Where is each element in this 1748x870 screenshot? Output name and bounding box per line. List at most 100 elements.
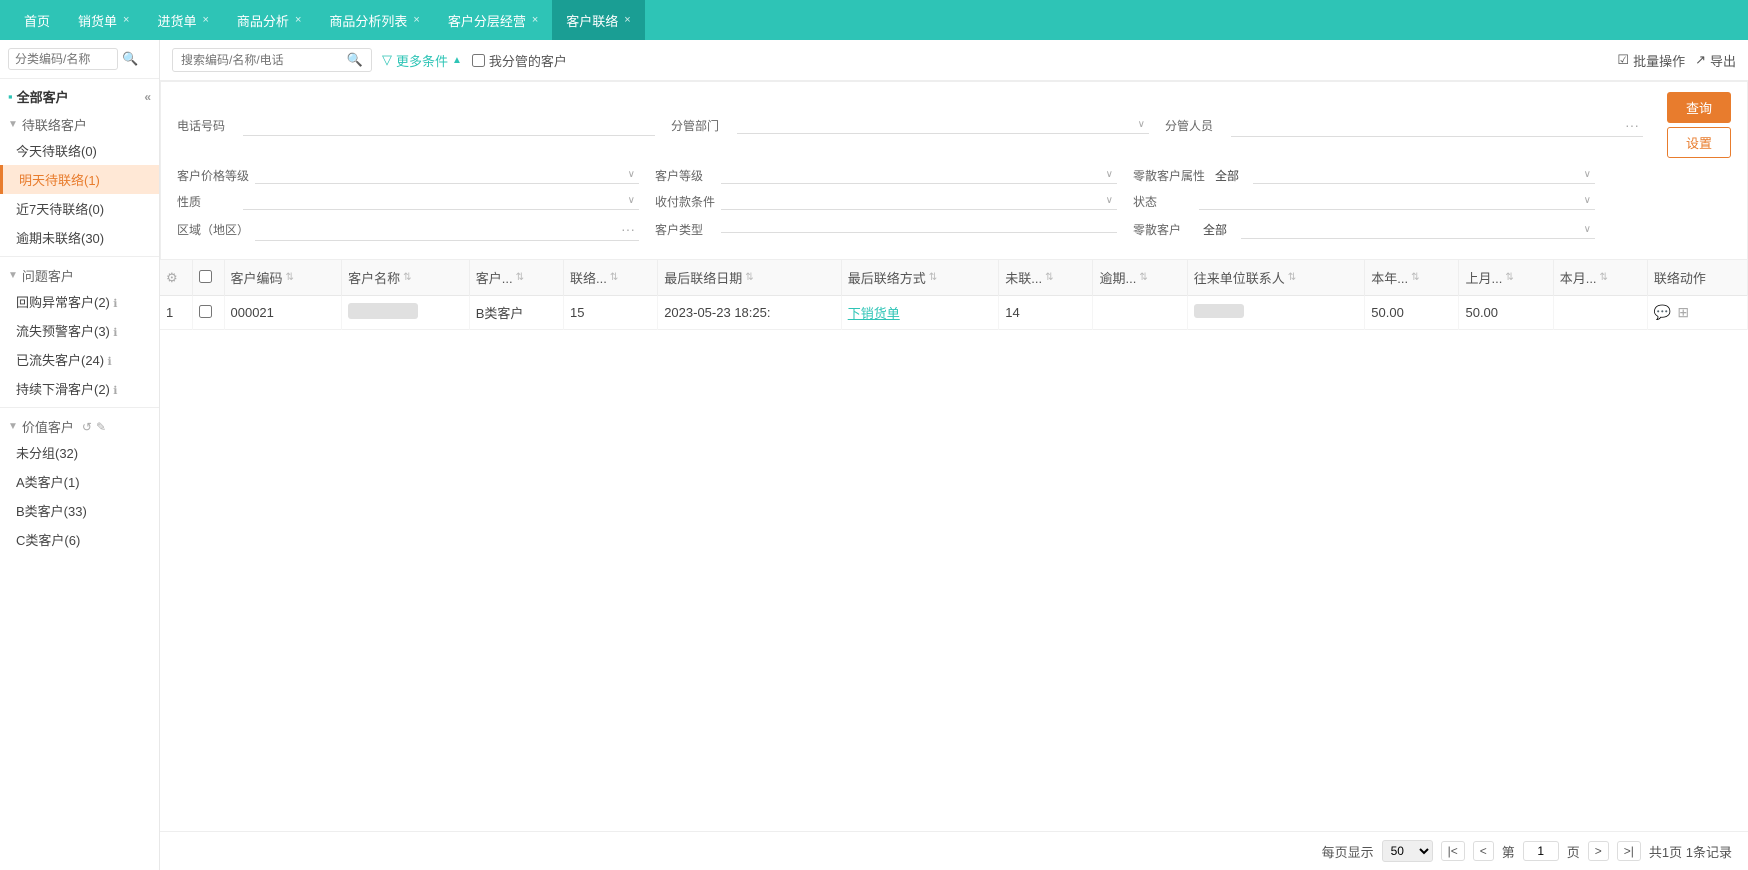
- ellipsis-icon[interactable]: ···: [1625, 117, 1639, 133]
- export-button[interactable]: ↗ 导出: [1695, 51, 1736, 70]
- retail-customer-select[interactable]: ∨: [1241, 221, 1595, 239]
- sidebar-group-pending[interactable]: ▼ 待联络客户: [0, 110, 159, 136]
- last-page-button[interactable]: >|: [1617, 841, 1641, 861]
- sidebar-item-tomorrow[interactable]: 明天待联络(1): [0, 165, 159, 194]
- sidebar-item-today[interactable]: 今天待联络(0): [0, 136, 159, 165]
- sort-icon: ⇅: [1505, 272, 1513, 283]
- close-icon[interactable]: ×: [532, 14, 538, 26]
- grid-action-icon[interactable]: ⊞: [1677, 304, 1689, 321]
- per-page-select[interactable]: 50 100 200: [1382, 840, 1433, 862]
- nav-sales-order[interactable]: 销货单 ×: [64, 0, 143, 40]
- cell-this-year: 50.00: [1365, 296, 1459, 330]
- col-not-contacted-label: 未联...: [1005, 268, 1042, 287]
- col-this-month-label: 本月...: [1560, 268, 1597, 287]
- status-select[interactable]: ∨: [1199, 192, 1595, 210]
- cell-this-month: [1553, 296, 1647, 330]
- nav-home[interactable]: 首页: [10, 0, 64, 40]
- search-input[interactable]: [181, 53, 341, 67]
- th-unit-contact: 往来单位联系人⇅: [1187, 260, 1365, 296]
- search-icon[interactable]: 🔍: [347, 52, 363, 68]
- more-conditions-button[interactable]: ▽ 更多条件 ▲: [382, 51, 462, 70]
- dept-select[interactable]: ∨: [737, 116, 1149, 134]
- batch-operate-button[interactable]: ☑ 批量操作: [1617, 51, 1685, 70]
- phone-input[interactable]: [243, 115, 655, 136]
- close-icon[interactable]: ×: [295, 14, 301, 26]
- filter-row-2: 客户价格等级 ∨ 客户等级 ∨ 零散客户属性 全部 ∨: [177, 166, 1731, 184]
- col-code-label: 客户编码: [231, 268, 283, 287]
- th-this-month: 本月...⇅: [1553, 260, 1647, 296]
- customer-level-select[interactable]: ∨: [721, 166, 1117, 184]
- nav-customer-tier[interactable]: 客户分层经营 ×: [434, 0, 552, 40]
- row-checkbox[interactable]: [199, 305, 212, 318]
- sidebar-item-declining[interactable]: 持续下滑客户(2) ℹ: [0, 374, 159, 403]
- price-level-select[interactable]: ∨: [255, 166, 639, 184]
- nature-select[interactable]: ∨: [243, 192, 639, 210]
- sidebar-item-overdue[interactable]: 逾期未联络(30): [0, 223, 159, 252]
- table-row: 1 000021 B类客户 15 2023-05-23 18:25: 下销货单: [160, 296, 1748, 330]
- nav-product-analysis-list[interactable]: 商品分析列表 ×: [315, 0, 433, 40]
- nav-customer-contact[interactable]: 客户联络 ×: [552, 0, 644, 40]
- cell-last-method: 下销货单: [841, 296, 999, 330]
- cell-last-month: 50.00: [1459, 296, 1553, 330]
- cell-idx: 1: [160, 296, 192, 330]
- sidebar-item-churn-warning[interactable]: 流失预警客户(3) ℹ: [0, 316, 159, 345]
- region-select[interactable]: ···: [255, 218, 639, 241]
- sidebar-item-repurchase-abnormal[interactable]: 回购异常客户(2) ℹ: [0, 287, 159, 316]
- retail-attr-select[interactable]: ∨: [1253, 166, 1595, 184]
- customer-type-select[interactable]: [721, 226, 1117, 233]
- advanced-filter-panel: 电话号码 分管部门 ∨ 分管人员 ··· 查询 设置: [160, 81, 1748, 260]
- last-method-link[interactable]: 下销货单: [848, 306, 900, 321]
- cell-last-date: 2023-05-23 18:25:: [658, 296, 842, 330]
- chevron-down-icon: ∨: [1106, 195, 1113, 206]
- col-this-year-label: 本年...: [1371, 268, 1408, 287]
- prev-page-button[interactable]: <: [1473, 841, 1494, 861]
- set-button[interactable]: 设置: [1667, 127, 1731, 158]
- ellipsis-icon[interactable]: ···: [621, 221, 635, 237]
- cell-action: 💬 ⊞: [1647, 296, 1747, 330]
- col-unit-contact-label: 往来单位联系人: [1194, 268, 1285, 287]
- sidebar-item-7days[interactable]: 近7天待联络(0): [0, 194, 159, 223]
- sort-icon: ⇅: [1288, 272, 1296, 283]
- sidebar-group-problem[interactable]: ▼ 问题客户: [0, 261, 159, 287]
- sidebar-item-class-a[interactable]: A类客户(1): [0, 467, 159, 496]
- nav-purchase-order[interactable]: 进货单 ×: [143, 0, 222, 40]
- sidebar-group-value[interactable]: ▼ 价值客户 ↺ ✎: [0, 412, 159, 438]
- sidebar-item-ungrouped[interactable]: 未分组(32): [0, 438, 159, 467]
- filter-row-4: 区域（地区） ··· 客户类型 零散客户 全部 ∨: [177, 218, 1731, 241]
- page-number-input[interactable]: [1523, 841, 1559, 861]
- my-customers-checkbox-container: 我分管的客户: [472, 51, 567, 70]
- next-page-button[interactable]: >: [1588, 841, 1609, 861]
- triangle-icon: ▼: [8, 119, 18, 130]
- all-customers-title[interactable]: ▪ 全部客户 «: [0, 79, 159, 110]
- payment-select[interactable]: ∨: [721, 192, 1117, 210]
- sidebar-search-input[interactable]: [8, 48, 118, 70]
- query-button[interactable]: 查询: [1667, 92, 1731, 123]
- select-all-checkbox[interactable]: [199, 270, 212, 283]
- sidebar-search-icon[interactable]: 🔍: [122, 51, 138, 67]
- top-actions: ☑ 批量操作 ↗ 导出: [1617, 51, 1736, 70]
- chevron-down-icon: ∨: [1106, 169, 1113, 180]
- export-icon: ↗: [1695, 52, 1706, 68]
- sidebar-item-class-c[interactable]: C类客户(6): [0, 525, 159, 554]
- nav-product-analysis[interactable]: 商品分析 ×: [223, 0, 315, 40]
- chat-action-icon[interactable]: 💬: [1654, 304, 1671, 321]
- first-page-button[interactable]: |<: [1441, 841, 1465, 861]
- status-field: 状态 ∨: [1133, 192, 1595, 210]
- nature-field: 性质 ∨: [177, 192, 639, 210]
- sidebar-item-lost[interactable]: 已流失客户(24) ℹ: [0, 345, 159, 374]
- close-icon[interactable]: ×: [202, 14, 208, 26]
- close-icon[interactable]: ×: [123, 14, 129, 26]
- my-customers-checkbox[interactable]: [472, 54, 485, 67]
- sort-icon: ⇅: [929, 272, 937, 283]
- close-icon[interactable]: ×: [413, 14, 419, 26]
- collapse-icon[interactable]: «: [144, 90, 151, 104]
- settings-icon[interactable]: ⚙: [166, 270, 178, 285]
- sidebar-item-class-b[interactable]: B类客户(33): [0, 496, 159, 525]
- manager-select[interactable]: ···: [1231, 114, 1643, 137]
- batch-icon: ☑: [1617, 52, 1629, 68]
- close-icon[interactable]: ×: [624, 14, 630, 26]
- sort-icon: ⇅: [516, 272, 524, 283]
- sort-icon: ⇅: [403, 272, 411, 283]
- sidebar: 🔍 ▪ 全部客户 « ▼ 待联络客户 今天待联络(0) 明天待联络(1) 近7天…: [0, 40, 160, 870]
- filter-row-1: 电话号码 分管部门 ∨ 分管人员 ··· 查询 设置: [177, 92, 1731, 158]
